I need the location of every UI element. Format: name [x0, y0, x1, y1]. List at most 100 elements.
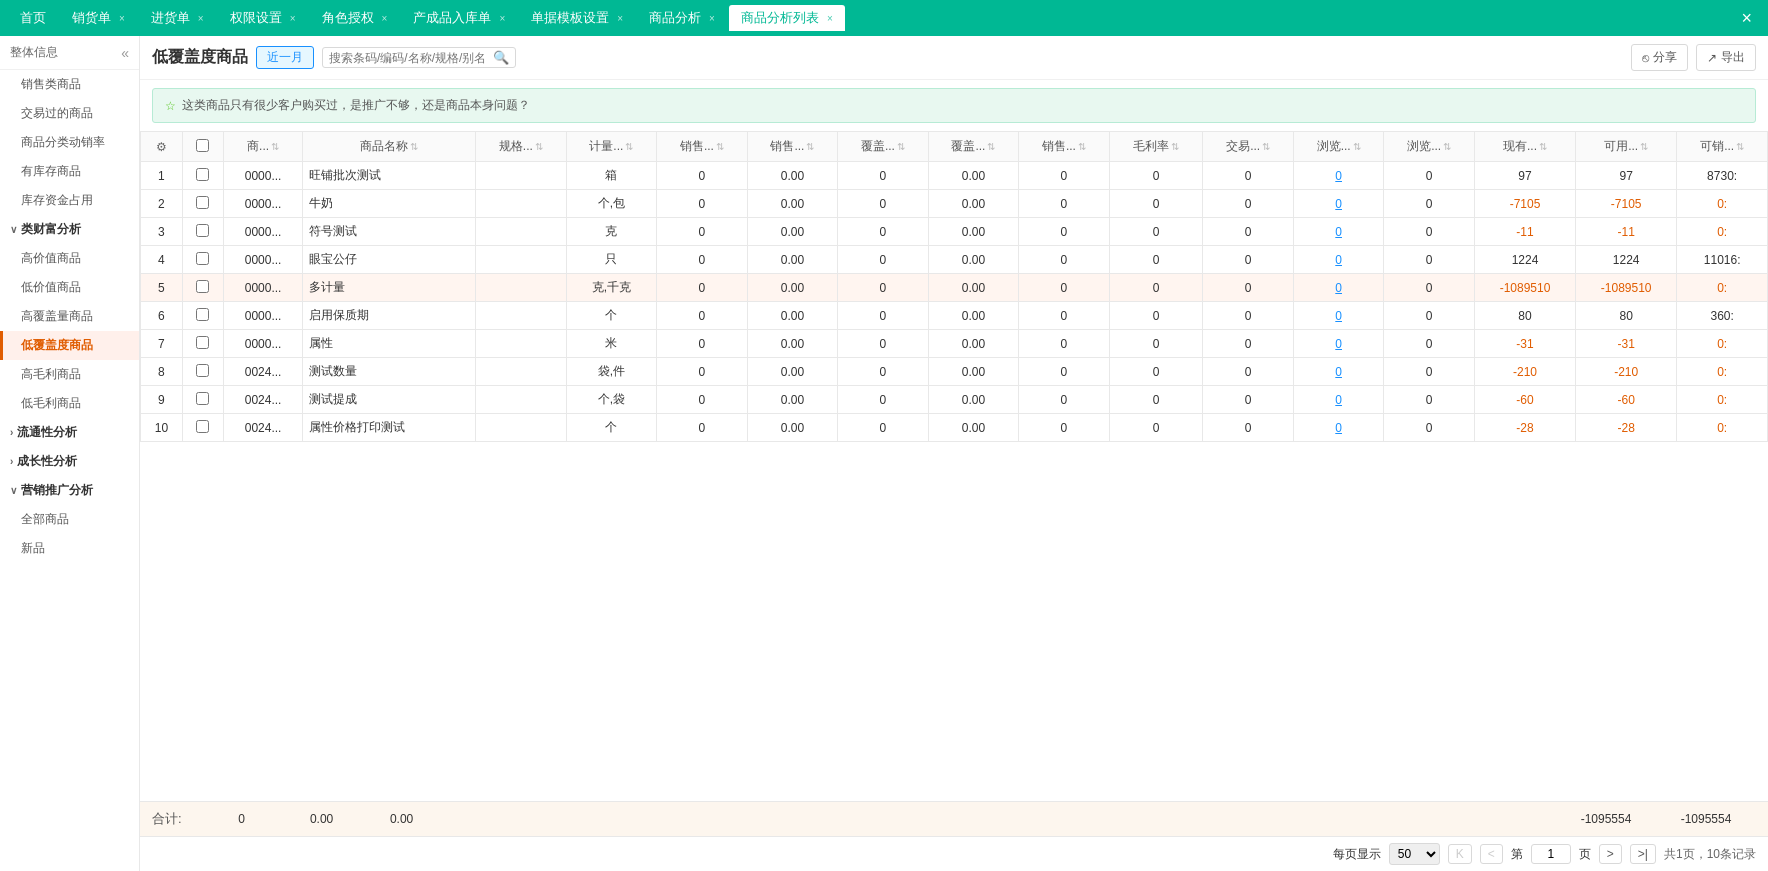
row-checkbox[interactable] — [182, 246, 223, 274]
page-number-input[interactable] — [1531, 844, 1571, 864]
row-checkbox[interactable] — [182, 162, 223, 190]
row-select-checkbox[interactable] — [196, 224, 209, 237]
row-checkbox[interactable] — [182, 218, 223, 246]
sidebar-section-liquidity[interactable]: › 流通性分析 — [0, 418, 139, 447]
row-no: 2 — [141, 190, 183, 218]
close-icon[interactable]: × — [499, 13, 505, 24]
search-input[interactable] — [329, 51, 489, 65]
th-browse1[interactable]: 浏览...⇅ — [1293, 132, 1384, 162]
th-spec[interactable]: 规格...⇅ — [476, 132, 567, 162]
th-available-stock[interactable]: 可用...⇅ — [1576, 132, 1677, 162]
close-icon[interactable]: × — [382, 13, 388, 24]
prev-page-button[interactable]: < — [1480, 844, 1503, 864]
th-gear[interactable]: ⚙ — [141, 132, 183, 162]
nav-purchase[interactable]: 进货单 × — [139, 5, 216, 31]
th-saleable-stock[interactable]: 可销...⇅ — [1677, 132, 1768, 162]
th-cov1[interactable]: 覆盖...⇅ — [838, 132, 929, 162]
nav-permission[interactable]: 权限设置 × — [218, 5, 308, 31]
close-icon[interactable]: × — [709, 13, 715, 24]
row-browse1[interactable]: 0 — [1293, 274, 1384, 302]
sidebar-item-low-profit[interactable]: 低毛利商品 — [0, 389, 139, 418]
row-browse1[interactable]: 0 — [1293, 190, 1384, 218]
sidebar-item-low-value[interactable]: 低价值商品 — [0, 273, 139, 302]
row-spec — [476, 274, 567, 302]
row-browse1[interactable]: 0 — [1293, 330, 1384, 358]
close-icon[interactable]: × — [290, 13, 296, 24]
window-close-button[interactable]: × — [1733, 8, 1760, 29]
nav-template[interactable]: 单据模板设置 × — [519, 5, 635, 31]
sidebar-item-stock-goods[interactable]: 有库存商品 — [0, 157, 139, 186]
sidebar-section-marketing[interactable]: ∨ 营销推广分析 — [0, 476, 139, 505]
nav-product-warehouse[interactable]: 产成品入库单 × — [401, 5, 517, 31]
row-checkbox[interactable] — [182, 302, 223, 330]
row-checkbox[interactable] — [182, 386, 223, 414]
row-spec — [476, 246, 567, 274]
row-checkbox[interactable] — [182, 190, 223, 218]
nav-goods-analysis[interactable]: 商品分析 × — [637, 5, 727, 31]
nav-goods-analysis-list[interactable]: 商品分析列表 × — [729, 5, 845, 31]
th-unit[interactable]: 计量...⇅ — [566, 132, 657, 162]
sidebar-item-new-goods[interactable]: 新品 — [0, 534, 139, 563]
close-icon[interactable]: × — [617, 13, 623, 24]
row-browse1[interactable]: 0 — [1293, 218, 1384, 246]
sidebar-section-wealth[interactable]: ∨ 类财富分析 — [0, 215, 139, 244]
row-select-checkbox[interactable] — [196, 252, 209, 265]
row-checkbox[interactable] — [182, 330, 223, 358]
row-select-checkbox[interactable] — [196, 336, 209, 349]
th-sales-qty[interactable]: 销售...⇅ — [657, 132, 748, 162]
th-trade[interactable]: 交易...⇅ — [1203, 132, 1294, 162]
sidebar-item-category-rate[interactable]: 商品分类动销率 — [0, 128, 139, 157]
row-browse1[interactable]: 0 — [1293, 162, 1384, 190]
sidebar-section-growth[interactable]: › 成长性分析 — [0, 447, 139, 476]
th-gross-rate[interactable]: 毛利率⇅ — [1109, 132, 1203, 162]
row-select-checkbox[interactable] — [196, 308, 209, 321]
export-button[interactable]: ↗ 导出 — [1696, 44, 1756, 71]
row-browse1[interactable]: 0 — [1293, 358, 1384, 386]
th-current-stock[interactable]: 现有...⇅ — [1474, 132, 1575, 162]
row-browse1[interactable]: 0 — [1293, 246, 1384, 274]
row-select-checkbox[interactable] — [196, 392, 209, 405]
sidebar-item-sales-goods[interactable]: 销售类商品 — [0, 70, 139, 99]
th-checkbox[interactable] — [182, 132, 223, 162]
th-sales-data[interactable]: 销售...⇅ — [1019, 132, 1110, 162]
close-icon[interactable]: × — [119, 13, 125, 24]
nav-role[interactable]: 角色授权 × — [310, 5, 400, 31]
row-browse1[interactable]: 0 — [1293, 302, 1384, 330]
th-name[interactable]: 商品名称⇅ — [303, 132, 476, 162]
sidebar-item-high-value[interactable]: 高价值商品 — [0, 244, 139, 273]
search-icon[interactable]: 🔍 — [493, 50, 509, 65]
share-button[interactable]: ⎋ 分享 — [1631, 44, 1688, 71]
row-select-checkbox[interactable] — [196, 280, 209, 293]
th-code[interactable]: 商...⇅ — [224, 132, 303, 162]
sidebar-collapse-button[interactable]: « — [121, 45, 129, 61]
next-page-button[interactable]: > — [1599, 844, 1622, 864]
th-sales-amt[interactable]: 销售...⇅ — [747, 132, 838, 162]
nav-home[interactable]: 首页 — [8, 5, 58, 31]
row-select-checkbox[interactable] — [196, 364, 209, 377]
close-icon[interactable]: × — [198, 13, 204, 24]
row-select-checkbox[interactable] — [196, 196, 209, 209]
nav-sales[interactable]: 销货单 × — [60, 5, 137, 31]
last-page-button[interactable]: >| — [1630, 844, 1656, 864]
per-page-select[interactable]: 50 100 200 — [1389, 843, 1440, 865]
row-browse1[interactable]: 0 — [1293, 414, 1384, 442]
first-page-button[interactable]: K — [1448, 844, 1472, 864]
row-browse1[interactable]: 0 — [1293, 386, 1384, 414]
sidebar-item-low-coverage[interactable]: 低覆盖度商品 — [0, 331, 139, 360]
select-all-checkbox[interactable] — [196, 139, 209, 152]
time-filter-recent-month[interactable]: 近一月 — [256, 46, 314, 69]
close-icon[interactable]: × — [827, 13, 833, 24]
sidebar-item-high-coverage[interactable]: 高覆盖量商品 — [0, 302, 139, 331]
row-checkbox[interactable] — [182, 274, 223, 302]
sidebar-item-all-goods[interactable]: 全部商品 — [0, 505, 139, 534]
row-select-checkbox[interactable] — [196, 168, 209, 181]
th-browse2[interactable]: 浏览...⇅ — [1384, 132, 1475, 162]
row-checkbox[interactable] — [182, 414, 223, 442]
row-checkbox[interactable] — [182, 358, 223, 386]
sidebar-item-capital[interactable]: 库存资金占用 — [0, 186, 139, 215]
sidebar-item-high-profit[interactable]: 高毛利商品 — [0, 360, 139, 389]
sidebar-item-traded-goods[interactable]: 交易过的商品 — [0, 99, 139, 128]
sort-icon: ⇅ — [625, 142, 633, 152]
row-select-checkbox[interactable] — [196, 420, 209, 433]
th-cov2[interactable]: 覆盖...⇅ — [928, 132, 1019, 162]
